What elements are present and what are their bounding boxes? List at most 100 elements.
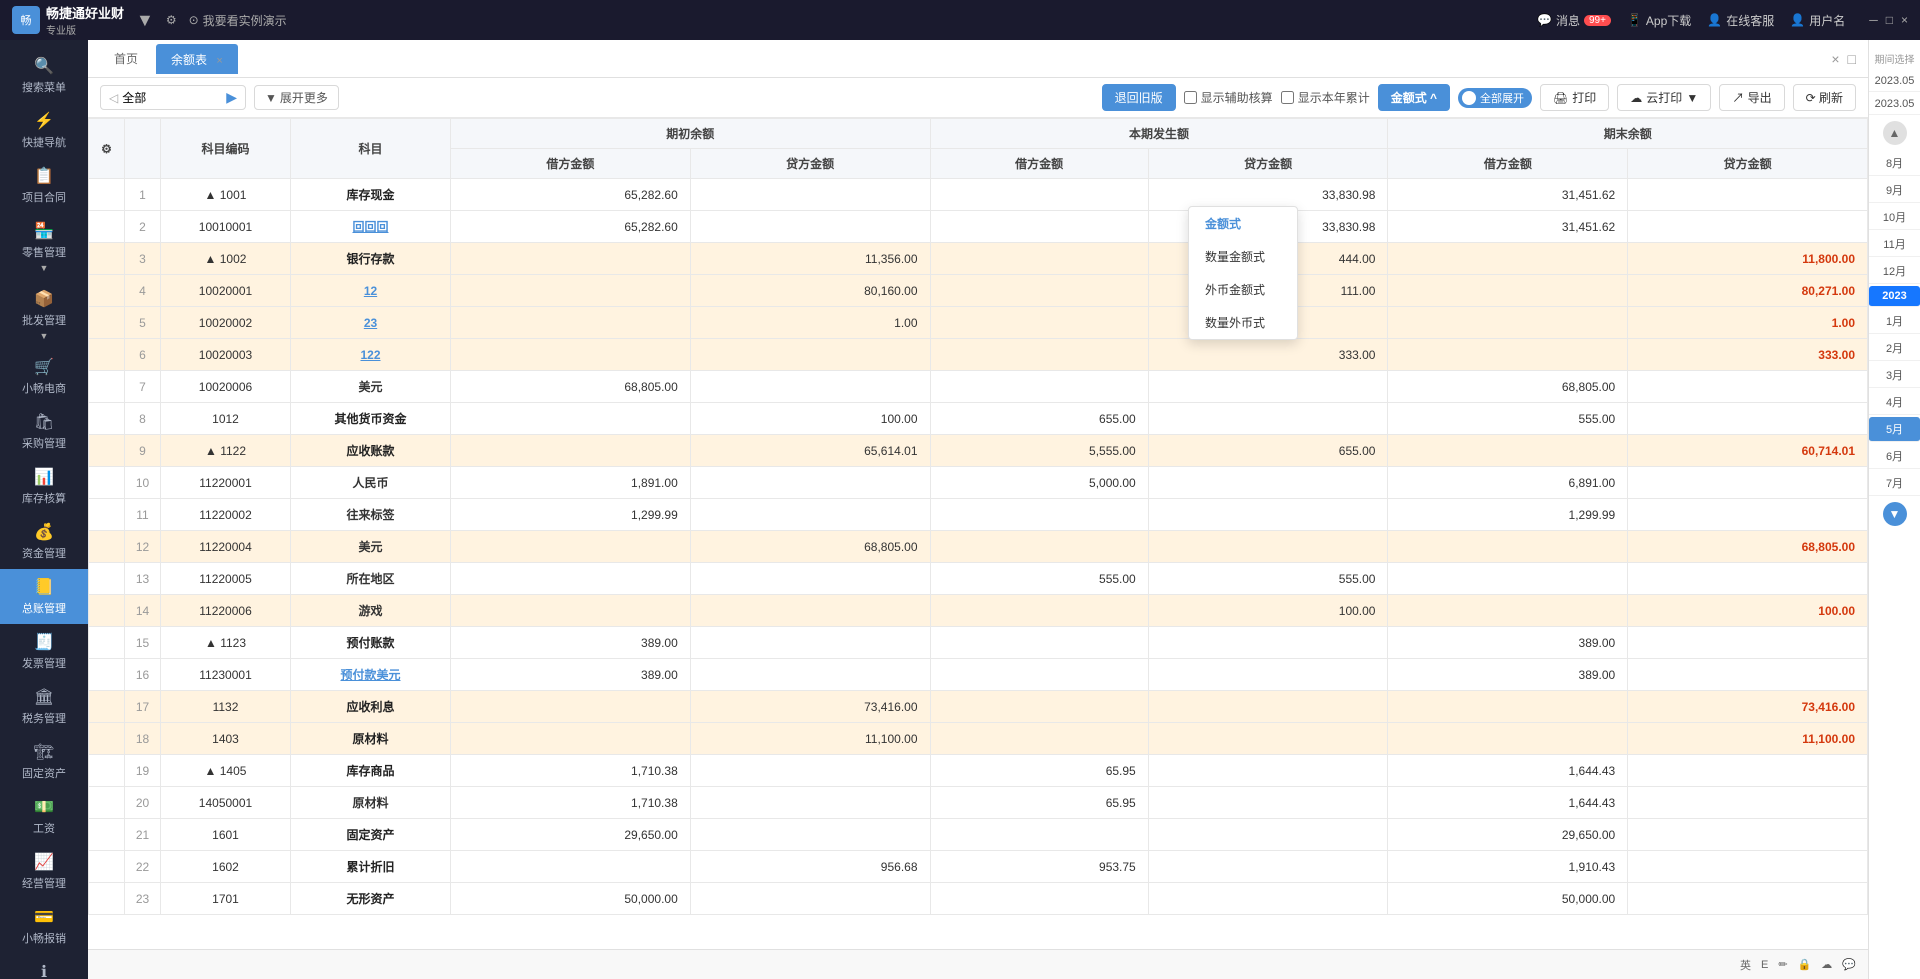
amount-cell [690, 371, 930, 403]
row-settings-cell [89, 563, 125, 595]
maximize-btn[interactable]: □ [1886, 13, 1893, 27]
status-edit[interactable]: ✏ [1778, 958, 1787, 971]
settings-icon[interactable]: ⚙ [166, 13, 177, 27]
row-number: 17 [125, 691, 161, 723]
sidebar-item-assets[interactable]: 🏗 固定资产 [0, 734, 88, 789]
search-box[interactable]: ◁ ▶ [100, 85, 246, 110]
status-lang[interactable]: 英 [1740, 957, 1751, 973]
sidebar-item-project[interactable]: 📋 项目合同 [0, 158, 88, 213]
settings-gear-icon[interactable]: ⚙ [101, 142, 112, 156]
year-checkbox-input[interactable] [1281, 91, 1294, 104]
account-name-cell[interactable]: 23 [291, 307, 451, 339]
status-input[interactable]: E [1761, 959, 1768, 971]
period-oct[interactable]: 10月 [1869, 205, 1920, 230]
app-download-btn[interactable]: 📱 App下载 [1627, 12, 1691, 29]
auxiliary-checkbox-input[interactable] [1184, 91, 1197, 104]
col-settings-header[interactable]: ⚙ [89, 119, 125, 179]
sidebar-item-wholesale[interactable]: 📦 批发管理 ▼ [0, 281, 88, 349]
tab-balance[interactable]: 余额表 × [156, 44, 238, 74]
amount-cell [451, 691, 691, 723]
online-service-btn[interactable]: 👤 在线客服 [1707, 12, 1774, 29]
sidebar-item-inventory[interactable]: 📊 库存核算 [0, 459, 88, 514]
row-settings-cell [89, 659, 125, 691]
account-name-cell[interactable]: 预付款美元 [291, 659, 451, 691]
period-year-2023[interactable]: 2023 [1869, 286, 1920, 307]
sidebar-item-invoice[interactable]: 🧾 发票管理 [0, 624, 88, 679]
row-settings-cell [89, 595, 125, 627]
sidebar-item-ecommerce[interactable]: 🛒 小畅电商 [0, 349, 88, 404]
status-lock[interactable]: 🔒 [1798, 958, 1812, 971]
amount-cell: 11,100.00 [690, 723, 930, 755]
dropdown-item-qty-foreign[interactable]: 数量外币式 [1189, 306, 1297, 339]
period-sep[interactable]: 9月 [1869, 178, 1920, 203]
period-aug[interactable]: 8月 [1869, 151, 1920, 176]
account-code-cell: 11220005 [161, 563, 291, 595]
sidebar-item-capital[interactable]: 💰 资金管理 [0, 514, 88, 569]
export-btn[interactable]: ↗ 导出 [1719, 84, 1784, 111]
row-settings-cell [89, 499, 125, 531]
period-mar[interactable]: 3月 [1869, 363, 1920, 388]
amount-type-btn[interactable]: 金额式 ^ [1378, 84, 1450, 111]
table-row: 1211220004美元68,805.0068,805.00 [89, 531, 1868, 563]
sidebar-item-tax[interactable]: 🏛 税务管理 [0, 679, 88, 734]
tab-home[interactable]: 首页 [100, 44, 152, 73]
period-may[interactable]: 5月 [1869, 417, 1920, 442]
period-nav-down[interactable]: ▼ [1883, 502, 1907, 526]
period-jun[interactable]: 6月 [1869, 444, 1920, 469]
period-2023-05a[interactable]: 2023.05 [1869, 71, 1920, 92]
amount-cell [930, 243, 1148, 275]
row-number: 9 [125, 435, 161, 467]
col-cc-header: 贷方金额 [1148, 149, 1388, 179]
period-dec[interactable]: 12月 [1869, 259, 1920, 284]
status-cloud[interactable]: ☁ [1821, 958, 1832, 971]
sidebar-item-expense[interactable]: 💳 小畅报销 [0, 899, 88, 954]
dropdown-item-amount[interactable]: 金额式 [1189, 207, 1297, 240]
user-avatar[interactable]: 👤 用户名 [1790, 12, 1845, 29]
amount-cell [451, 275, 691, 307]
search-input[interactable] [122, 91, 222, 105]
sidebar-item-basic[interactable]: ℹ 基础信息 [0, 954, 88, 979]
period-nav-up[interactable]: ▲ [1883, 121, 1907, 145]
tab-pin-btn[interactable]: × [1831, 51, 1839, 67]
account-code-cell: 1132 [161, 691, 291, 723]
account-code-cell: 11220002 [161, 499, 291, 531]
sidebar-item-ledger[interactable]: 📒 总账管理 [0, 569, 88, 624]
sidebar-item-quicknav[interactable]: ⚡ 快捷导航 [0, 103, 88, 158]
amount-cell: 73,416.00 [1628, 691, 1868, 723]
refresh-btn[interactable]: ⟳ 刷新 [1793, 84, 1856, 111]
sidebar-item-operations[interactable]: 📈 经营管理 [0, 844, 88, 899]
window-control[interactable]: ▼ [136, 10, 154, 31]
sidebar-item-search[interactable]: 🔍 搜索菜单 [0, 48, 88, 103]
account-name-cell[interactable]: 回回回 [291, 211, 451, 243]
period-jul[interactable]: 7月 [1869, 471, 1920, 496]
account-name-cell[interactable]: 122 [291, 339, 451, 371]
period-nov[interactable]: 11月 [1869, 232, 1920, 257]
dropdown-item-qty-amount[interactable]: 数量金额式 [1189, 240, 1297, 273]
expand-more-btn[interactable]: ▼ 展开更多 [254, 85, 339, 110]
message-btn[interactable]: 💬 消息 99+ [1537, 12, 1611, 29]
show-year-checkbox[interactable]: 显示本年累计 [1281, 89, 1370, 106]
period-2023-05b[interactable]: 2023.05 [1869, 94, 1920, 115]
status-chat[interactable]: 💬 [1842, 958, 1856, 971]
search-right-arrow[interactable]: ▶ [226, 89, 237, 106]
sidebar-item-purchase[interactable]: 🛍 采购管理 [0, 404, 88, 459]
period-feb[interactable]: 2月 [1869, 336, 1920, 361]
expand-all-toggle[interactable]: 全部展开 [1458, 88, 1532, 108]
close-btn[interactable]: × [1901, 13, 1908, 27]
print-btn[interactable]: 🖨 打印 [1540, 84, 1609, 111]
amount-cell [690, 883, 930, 915]
tab-restore-btn[interactable]: □ [1848, 51, 1856, 67]
row-settings-cell [89, 307, 125, 339]
demo-link[interactable]: ⊙ 我要看实例演示 [189, 12, 287, 29]
sidebar-item-retail[interactable]: 🏪 零售管理 ▼ [0, 213, 88, 281]
minimize-btn[interactable]: ─ [1869, 13, 1878, 27]
sidebar-item-payroll[interactable]: 💵 工资 [0, 789, 88, 844]
return-old-btn[interactable]: 退回旧版 [1102, 84, 1176, 111]
tab-close-icon[interactable]: × [216, 55, 222, 67]
period-jan[interactable]: 1月 [1869, 309, 1920, 334]
dropdown-item-foreign-amount[interactable]: 外币金额式 [1189, 273, 1297, 306]
show-auxiliary-checkbox[interactable]: 显示辅助核算 [1184, 89, 1273, 106]
account-name-cell[interactable]: 12 [291, 275, 451, 307]
period-apr[interactable]: 4月 [1869, 390, 1920, 415]
cloud-print-btn[interactable]: ☁ 云打印 ▼ [1617, 84, 1711, 111]
